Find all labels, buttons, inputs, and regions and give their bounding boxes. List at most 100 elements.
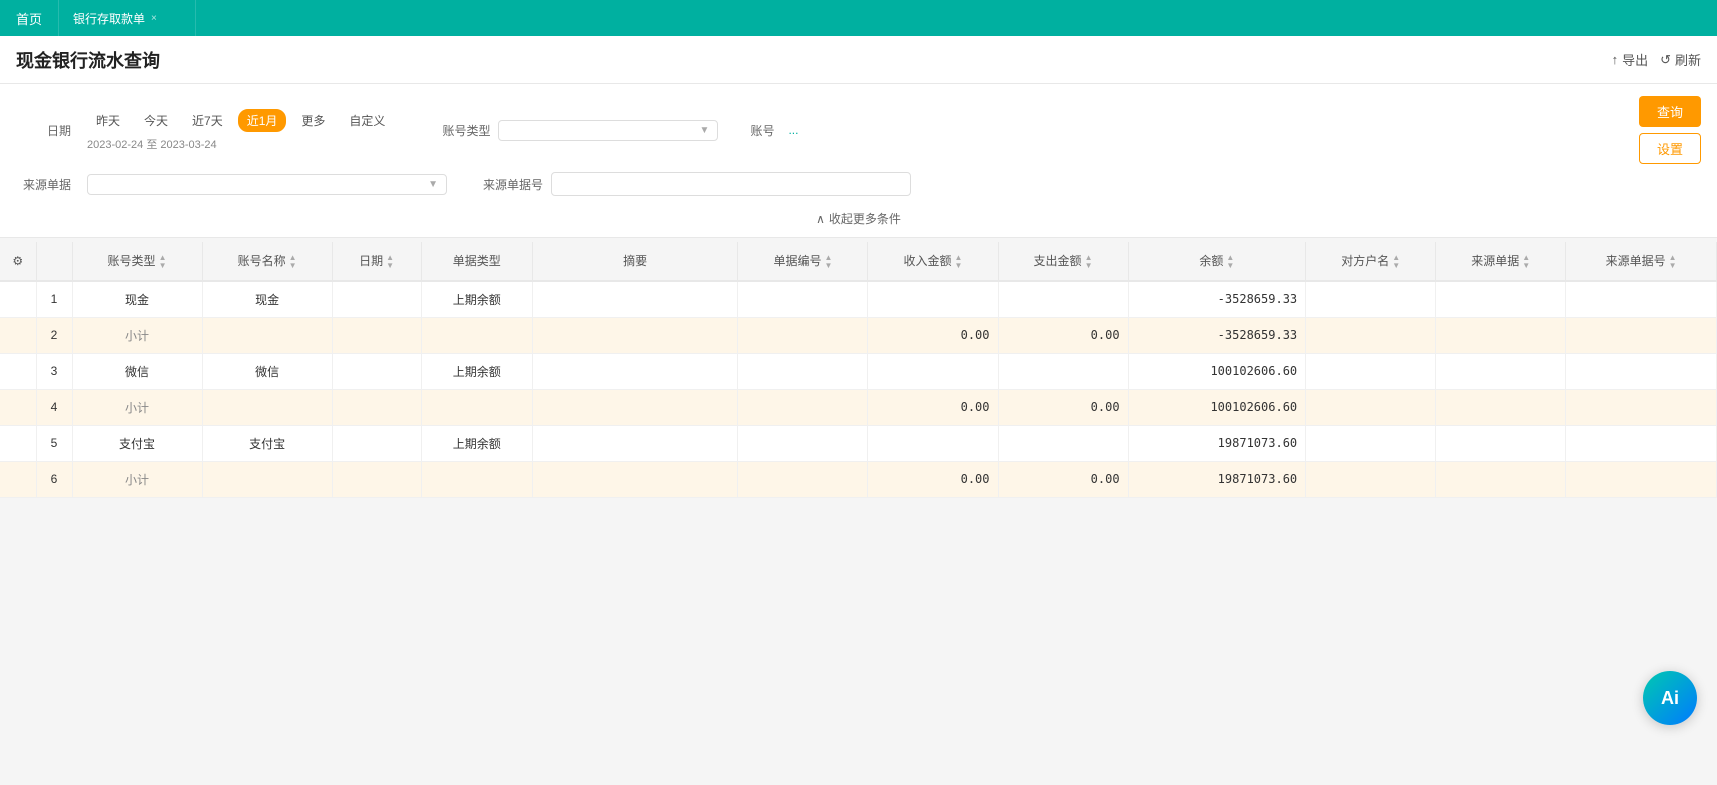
- date-btn-更多[interactable]: 更多: [292, 109, 334, 132]
- header-bar: 现金银行流水查询 ↑ 导出 ↺ 刷新: [0, 36, 1717, 84]
- column-income[interactable]: 收入金额▲▼: [868, 242, 998, 281]
- nav-tab-银行存取款单[interactable]: 银行存取款单×: [59, 0, 196, 36]
- table-cell: [421, 389, 532, 425]
- table-cell: [1436, 281, 1566, 318]
- date-shortcuts: 昨天今天近7天近1月更多自定义: [87, 109, 394, 132]
- table-cell: [868, 281, 998, 318]
- table-body: 1现金现金上期余额-3528659.332小计0.000.00-3528659.…: [0, 281, 1717, 498]
- column-balance[interactable]: 余额▲▼: [1128, 242, 1306, 281]
- table-cell: 上期余额: [421, 425, 532, 461]
- table-cell: [332, 425, 421, 461]
- table-cell: 6: [36, 461, 72, 497]
- table-cell: [332, 389, 421, 425]
- source-doc-no-input[interactable]: [551, 172, 911, 196]
- table-cell: [1436, 461, 1566, 497]
- table-cell: [1306, 389, 1436, 425]
- table-cell: [332, 353, 421, 389]
- column-gear[interactable]: ⚙: [0, 242, 36, 281]
- table-cell: 100102606.60: [1128, 353, 1306, 389]
- table-cell: 1: [36, 281, 72, 318]
- table-cell: [738, 425, 868, 461]
- settings-button[interactable]: 设置: [1639, 133, 1701, 164]
- query-button[interactable]: 查询: [1639, 96, 1701, 127]
- source-doc-select[interactable]: ▼: [87, 174, 447, 195]
- table-cell: 0.00: [868, 461, 998, 497]
- table-cell: [532, 353, 738, 389]
- date-label: 日期: [16, 122, 71, 139]
- table-cell: [1566, 389, 1717, 425]
- ai-assistant-button[interactable]: Ai: [1643, 671, 1697, 725]
- column-source-doc-no[interactable]: 来源单据号▲▼: [1566, 242, 1717, 281]
- account-type-select[interactable]: ▼: [498, 120, 718, 141]
- table-cell: 小计: [72, 317, 202, 353]
- column-account-name[interactable]: 账号名称▲▼: [202, 242, 332, 281]
- collapse-button[interactable]: ∧ 收起更多条件: [16, 204, 1701, 229]
- date-btn-昨天[interactable]: 昨天: [87, 109, 129, 132]
- source-doc-no-label: 来源单据号: [483, 176, 543, 193]
- table-cell: [738, 461, 868, 497]
- collapse-icon: ∧: [816, 212, 825, 226]
- export-button[interactable]: ↑ 导出: [1612, 50, 1649, 69]
- table-cell: [332, 317, 421, 353]
- table-cell: [1306, 317, 1436, 353]
- table-row: 5支付宝支付宝上期余额19871073.60: [0, 425, 1717, 461]
- table-cell: [332, 281, 421, 318]
- table-cell: 小计: [72, 389, 202, 425]
- table-cell: [1566, 461, 1717, 497]
- table-cell: [332, 461, 421, 497]
- tab-close-icon[interactable]: ×: [151, 13, 157, 24]
- table-cell: [202, 461, 332, 497]
- table-cell: 小计: [72, 461, 202, 497]
- column-counterpart[interactable]: 对方户名▲▼: [1306, 242, 1436, 281]
- export-icon: ↑: [1612, 52, 1619, 67]
- table-cell: [1306, 425, 1436, 461]
- table-cell: -3528659.33: [1128, 281, 1306, 318]
- column-account-type[interactable]: 账号类型▲▼: [72, 242, 202, 281]
- column-date[interactable]: 日期▲▼: [332, 242, 421, 281]
- table-header-row: ⚙ 账号类型▲▼ 账号名称▲▼ 日期▲▼ 单据类型 摘要 单据编号▲▼: [0, 242, 1717, 281]
- table-cell: [1566, 317, 1717, 353]
- top-nav: 首页 收款单×付款单×其他收入单×应收应付调整单×银行存取款单×预收冲应收单×收…: [0, 0, 1717, 36]
- table-cell: 支付宝: [72, 425, 202, 461]
- nav-tabs: 收款单×付款单×其他收入单×应收应付调整单×银行存取款单×预收冲应收单×收款核销…: [59, 0, 196, 36]
- table-cell: 19871073.60: [1128, 425, 1306, 461]
- nav-home[interactable]: 首页: [0, 0, 59, 36]
- date-btn-近1月[interactable]: 近1月: [238, 109, 287, 132]
- column-doc-no[interactable]: 单据编号▲▼: [738, 242, 868, 281]
- table-cell: [1306, 353, 1436, 389]
- filter-row-1: 日期 昨天今天近7天近1月更多自定义 2023-02-24 至 2023-03-…: [16, 96, 1701, 164]
- table-cell: 2: [36, 317, 72, 353]
- column-doc-type: 单据类型: [421, 242, 532, 281]
- table-cell: [532, 389, 738, 425]
- table-cell: 4: [36, 389, 72, 425]
- refresh-button[interactable]: ↺ 刷新: [1660, 50, 1701, 69]
- table-cell: [1566, 281, 1717, 318]
- table-cell: [1566, 425, 1717, 461]
- right-actions: 查询 设置: [1639, 96, 1701, 164]
- table-cell: 0.00: [868, 389, 998, 425]
- account-label: 账号: [750, 122, 774, 139]
- column-expense[interactable]: 支出金额▲▼: [998, 242, 1128, 281]
- table-cell: [532, 317, 738, 353]
- account-more-button[interactable]: ...: [782, 121, 804, 139]
- table-cell: [0, 281, 36, 318]
- main-table: ⚙ 账号类型▲▼ 账号名称▲▼ 日期▲▼ 单据类型 摘要 单据编号▲▼: [0, 242, 1717, 498]
- date-btn-近7天[interactable]: 近7天: [183, 109, 232, 132]
- table-cell: 0.00: [868, 317, 998, 353]
- date-btn-今天[interactable]: 今天: [135, 109, 177, 132]
- table-row: 3微信微信上期余额100102606.60: [0, 353, 1717, 389]
- column-source-doc[interactable]: 来源单据▲▼: [1436, 242, 1566, 281]
- table-cell: [1436, 425, 1566, 461]
- date-btn-自定义[interactable]: 自定义: [340, 109, 394, 132]
- table-cell: [738, 281, 868, 318]
- table-cell: [421, 317, 532, 353]
- table-cell: [868, 353, 998, 389]
- table-cell: [1306, 461, 1436, 497]
- table-cell: [532, 425, 738, 461]
- table-cell: [202, 317, 332, 353]
- table-cell: 微信: [202, 353, 332, 389]
- column-summary: 摘要: [532, 242, 738, 281]
- table-cell: -3528659.33: [1128, 317, 1306, 353]
- date-filter-group: 昨天今天近7天近1月更多自定义 2023-02-24 至 2023-03-24: [87, 109, 394, 152]
- table-cell: [421, 461, 532, 497]
